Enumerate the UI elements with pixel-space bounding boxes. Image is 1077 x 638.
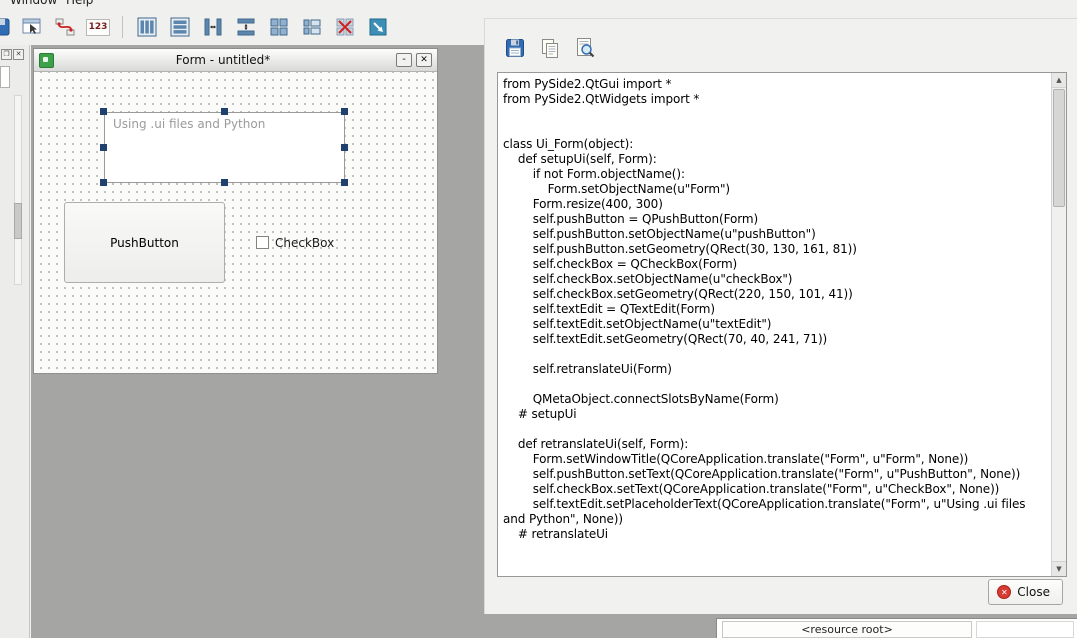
code-dialog-toolbar bbox=[503, 36, 597, 60]
checkbox-indicator[interactable] bbox=[256, 236, 269, 249]
layout-grid-icon bbox=[268, 16, 290, 38]
qt-designer-screen: Window Help 123 bbox=[0, 0, 1077, 638]
scrollbar-thumb[interactable] bbox=[1053, 89, 1065, 207]
textedit-placeholder: Using .ui files and Python bbox=[113, 117, 265, 131]
save-icon bbox=[0, 16, 12, 38]
edit-signals-slots-icon bbox=[54, 16, 76, 38]
layout-horizontal-splitter-icon bbox=[202, 16, 224, 38]
break-layout-button[interactable] bbox=[332, 14, 358, 40]
dock-scrollbar-thumb[interactable] bbox=[14, 203, 22, 239]
mdi-area: Form - untitled* - ✕ Using .ui files and… bbox=[31, 45, 484, 638]
pushbutton-widget[interactable]: PushButton bbox=[64, 202, 225, 283]
resource-empty-cell bbox=[976, 621, 1074, 638]
code-view[interactable]: from PySide2.QtGui import * from PySide2… bbox=[497, 72, 1067, 577]
selection-handle-bottom-left[interactable] bbox=[100, 179, 107, 186]
edit-tab-order-button[interactable]: 123 bbox=[85, 14, 111, 40]
edit-signals-slots-button[interactable] bbox=[52, 14, 78, 40]
layout-horizontal-button[interactable] bbox=[134, 14, 160, 40]
edit-widgets-icon bbox=[21, 16, 43, 38]
menu-help[interactable]: Help bbox=[66, 0, 93, 7]
scroll-down-icon[interactable]: ▼ bbox=[1052, 561, 1066, 576]
selection-handle-top-left[interactable] bbox=[100, 108, 107, 115]
layout-horizontal-splitter-button[interactable] bbox=[200, 14, 226, 40]
code-text[interactable]: from PySide2.QtGui import * from PySide2… bbox=[498, 73, 1050, 576]
code-find-button[interactable] bbox=[573, 36, 597, 60]
save-button[interactable] bbox=[0, 14, 12, 40]
layout-vertical-icon bbox=[169, 16, 191, 38]
form-close-button[interactable]: ✕ bbox=[416, 53, 432, 67]
code-vertical-scrollbar[interactable]: ▲ ▼ bbox=[1051, 73, 1066, 576]
form-window-titlebar[interactable]: Form - untitled* - ✕ bbox=[34, 49, 437, 72]
resource-browser-window: <resource root> bbox=[716, 618, 1077, 638]
resource-root-item[interactable]: <resource root> bbox=[722, 621, 972, 638]
pushbutton-label: PushButton bbox=[110, 236, 179, 250]
widget-box-dock: ❐ ✕ bbox=[0, 45, 30, 638]
edit-widgets-button[interactable] bbox=[19, 14, 45, 40]
code-copy-button[interactable] bbox=[538, 36, 562, 60]
selection-handle-bottom-center[interactable] bbox=[221, 179, 228, 186]
selection-handle-bottom-right[interactable] bbox=[341, 179, 348, 186]
dock-filter-field[interactable] bbox=[0, 66, 10, 88]
layout-vertical-button[interactable] bbox=[167, 14, 193, 40]
code-save-button[interactable] bbox=[503, 36, 527, 60]
save-icon bbox=[504, 37, 526, 59]
copy-icon bbox=[539, 37, 561, 59]
checkbox-widget[interactable]: CheckBox bbox=[254, 222, 355, 263]
checkbox-label: CheckBox bbox=[275, 236, 334, 250]
layout-form-button[interactable] bbox=[299, 14, 325, 40]
toolbar-separator bbox=[122, 16, 123, 38]
selection-handle-mid-right[interactable] bbox=[341, 144, 348, 151]
dock-float-icon: ❐ bbox=[3, 50, 9, 58]
close-button[interactable]: ✕ Close bbox=[988, 579, 1063, 605]
form-designer-window: Form - untitled* - ✕ Using .ui files and… bbox=[33, 48, 438, 374]
dock-close-button[interactable]: ✕ bbox=[13, 49, 24, 60]
dock-float-button[interactable]: ❐ bbox=[1, 49, 12, 60]
layout-grid-button[interactable] bbox=[266, 14, 292, 40]
edit-tab-order-icon: 123 bbox=[86, 19, 111, 36]
form-minimize-button[interactable]: - bbox=[396, 53, 412, 67]
layout-form-icon bbox=[301, 16, 323, 38]
close-red-x-icon: ✕ bbox=[997, 585, 1011, 599]
layout-vertical-splitter-button[interactable] bbox=[233, 14, 259, 40]
designer-form-icon bbox=[39, 53, 54, 68]
dock-scrollbar-track[interactable] bbox=[14, 95, 22, 285]
selection-handle-top-center[interactable] bbox=[221, 108, 228, 115]
menu-window[interactable]: Window bbox=[10, 0, 57, 7]
dock-close-icon: ✕ bbox=[16, 50, 22, 58]
find-icon bbox=[574, 37, 596, 59]
form-canvas[interactable]: Using .ui files and Python PushButton Ch… bbox=[34, 72, 437, 373]
break-layout-icon bbox=[334, 16, 356, 38]
code-preview-dialog: from PySide2.QtGui import * from PySide2… bbox=[484, 18, 1077, 614]
menubar: Window Help bbox=[0, 0, 1077, 9]
selection-handle-mid-left[interactable] bbox=[100, 144, 107, 151]
textedit-widget[interactable]: Using .ui files and Python bbox=[104, 112, 345, 183]
selection-handle-top-right[interactable] bbox=[341, 108, 348, 115]
main-toolbar: 123 bbox=[0, 10, 398, 44]
form-window-title: Form - untitled* bbox=[54, 53, 392, 67]
layout-vertical-splitter-icon bbox=[235, 16, 257, 38]
layout-horizontal-icon bbox=[136, 16, 158, 38]
close-button-label: Close bbox=[1017, 585, 1050, 599]
adjust-size-button[interactable] bbox=[365, 14, 391, 40]
scroll-up-icon[interactable]: ▲ bbox=[1052, 73, 1066, 88]
adjust-size-icon bbox=[367, 16, 389, 38]
